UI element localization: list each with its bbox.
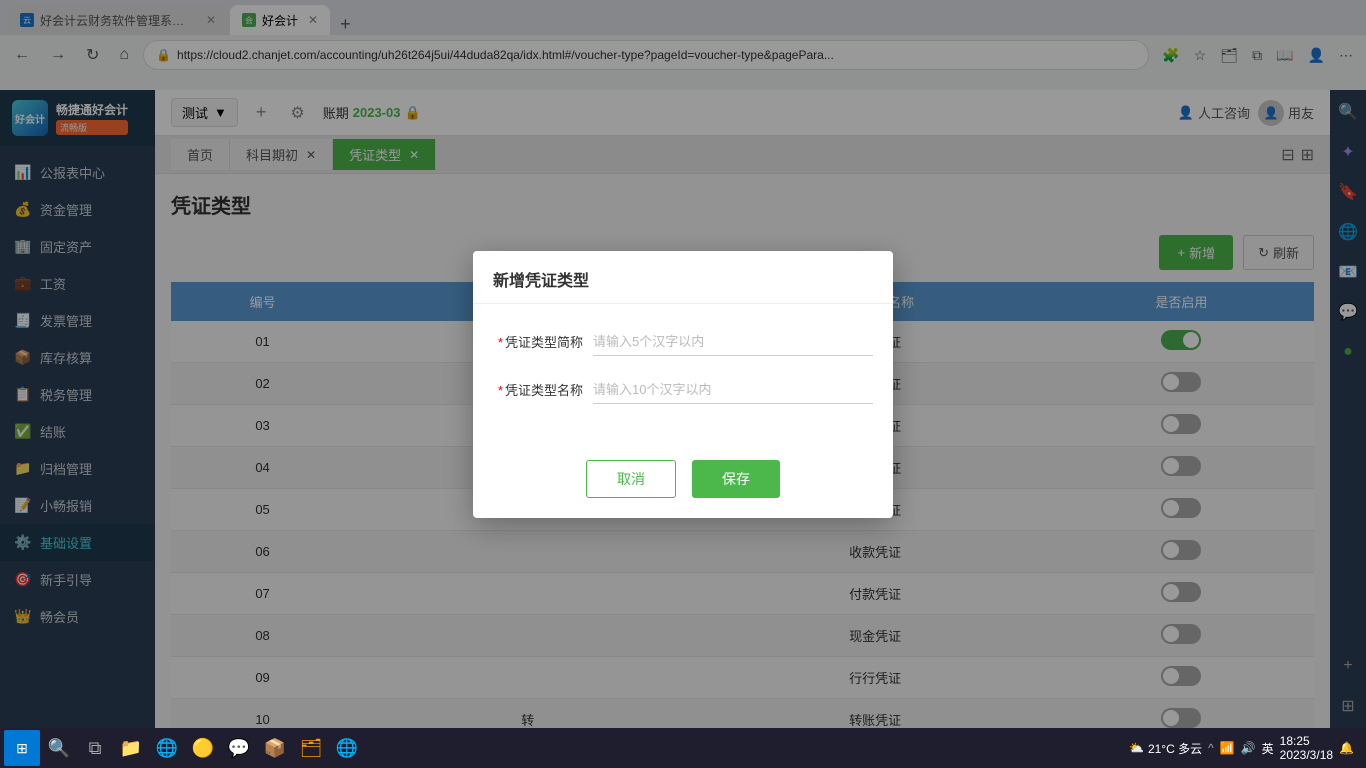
modal-title: 新增凭证类型 — [473, 251, 893, 304]
modal-dialog: 新增凭证类型 *凭证类型简称 *凭证类型名称 取消 保存 — [473, 251, 893, 518]
taskbar-weather: ⛅ 21°C 多云 — [1129, 740, 1202, 757]
modal-overlay: 新增凭证类型 *凭证类型简称 *凭证类型名称 取消 保存 — [0, 0, 1366, 768]
taskbar-notification-icon[interactable]: 🔔 — [1339, 741, 1354, 755]
weather-text: 21°C 多云 — [1148, 740, 1202, 757]
abbr-input[interactable] — [593, 328, 873, 356]
name-label: *凭证类型名称 — [493, 380, 593, 399]
taskbar-volume-icon: 🔊 — [1241, 741, 1256, 755]
taskbar-folder-icon[interactable]: 🗂 — [294, 731, 328, 765]
taskbar-lang: 英 — [1262, 740, 1274, 757]
start-button[interactable]: ⊞ — [4, 730, 40, 766]
taskbar-appstore-icon[interactable]: 📦 — [258, 731, 292, 765]
taskbar-file-explorer-icon[interactable]: 📁 — [114, 731, 148, 765]
weather-icon: ⛅ — [1129, 741, 1144, 755]
name-input[interactable] — [593, 376, 873, 404]
taskbar-search-icon[interactable]: 🔍 — [42, 731, 76, 765]
taskbar-expand-icon[interactable]: ^ — [1208, 741, 1214, 755]
taskbar-tray: ⛅ 21°C 多云 ^ 📶 🔊 英 18:25 2023/3/18 🔔 — [1121, 734, 1362, 762]
taskbar-wechat-icon[interactable]: 💬 — [222, 731, 256, 765]
taskbar-edge-icon[interactable]: 🌐 — [150, 731, 184, 765]
name-required-star: * — [498, 383, 503, 398]
taskbar-date: 2023/3/18 — [1280, 748, 1333, 762]
abbr-label: *凭证类型简称 — [493, 332, 593, 351]
form-row-abbr: *凭证类型简称 — [493, 328, 873, 356]
taskbar-chrome-icon[interactable]: 🟡 — [186, 731, 220, 765]
taskbar-clock: 18:25 2023/3/18 — [1280, 734, 1333, 762]
taskbar-task-view-icon[interactable]: ⧉ — [78, 731, 112, 765]
form-row-name: *凭证类型名称 — [493, 376, 873, 404]
modal-body: *凭证类型简称 *凭证类型名称 — [473, 304, 893, 444]
taskbar-time: 18:25 — [1280, 734, 1333, 748]
cancel-button[interactable]: 取消 — [586, 460, 676, 498]
modal-footer: 取消 保存 — [473, 444, 893, 518]
taskbar-msedge-icon2[interactable]: 🌐 — [330, 731, 364, 765]
taskbar: ⊞ 🔍 ⧉ 📁 🌐 🟡 💬 📦 🗂 🌐 ⛅ 21°C 多云 ^ 📶 🔊 英 18… — [0, 728, 1366, 768]
abbr-required-star: * — [498, 335, 503, 350]
save-button[interactable]: 保存 — [692, 460, 780, 498]
taskbar-wifi-icon: 📶 — [1220, 741, 1235, 755]
